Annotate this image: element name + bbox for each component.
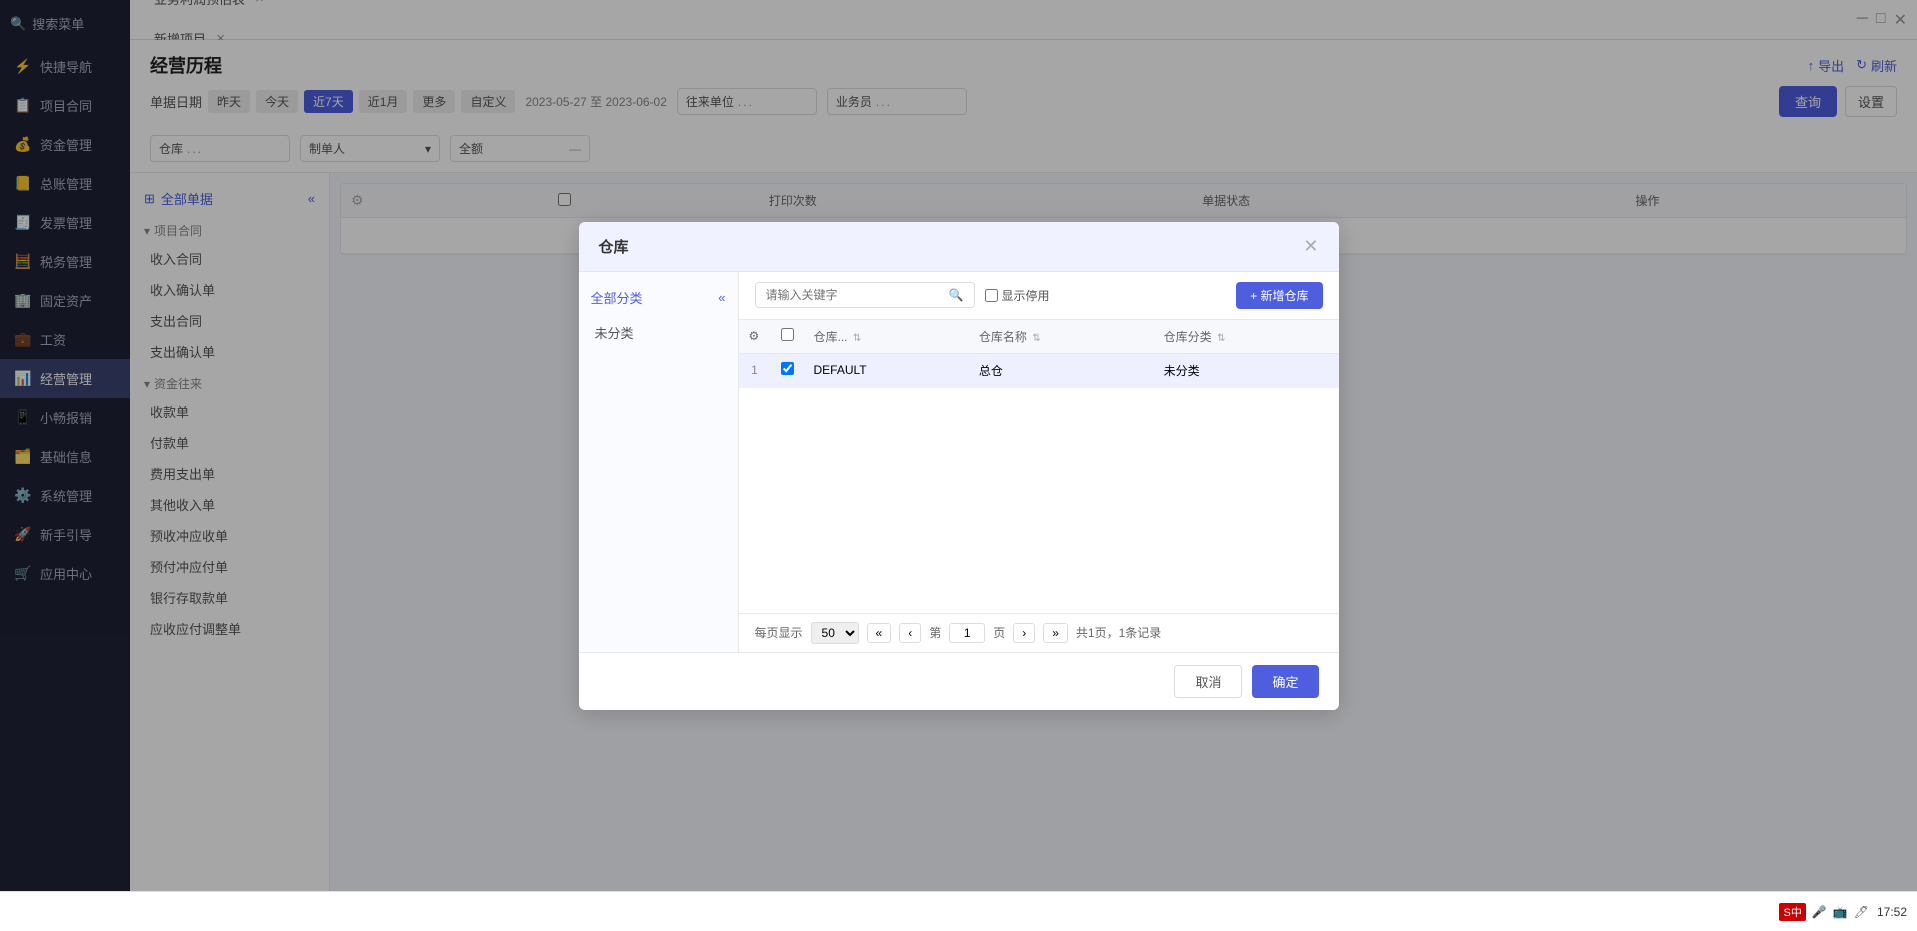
modal-col-settings-icon[interactable]: ⚙ [749,329,760,343]
tray-pen-icon: 🖊 [1854,905,1869,919]
modal-main-content: 🔍 显示停用 + 新增仓库 ⚙ [739,272,1339,652]
modal-footer: 取消 确定 [579,652,1339,710]
warehouse-modal: 仓库 ✕ 全部分类 « 未分类 🔍 [579,222,1339,710]
modal-prev-btn[interactable]: ‹ [899,623,921,643]
modal-next-btn[interactable]: › [1013,623,1035,643]
tray-mic-icon: 🎤 [1812,905,1827,919]
cancel-button[interactable]: 取消 [1174,665,1242,698]
modal-close-btn[interactable]: ✕ [1303,236,1318,257]
modal-pagination: 每页显示 50 « ‹ 第 页 › » 共1页，1条记录 [739,613,1339,652]
tray-s-icon: S中 [1779,903,1805,921]
modal-sidebar-collapse-icon[interactable]: « [718,290,725,305]
modal-per-page-label: 每页显示 [755,624,803,641]
tray-screen-icon: 📺 [1833,905,1848,919]
row-code-0: DEFAULT [804,353,969,387]
modal-search-icon: 🔍 [949,288,964,302]
modal-overlay: 仓库 ✕ 全部分类 « 未分类 🔍 [0,0,1917,931]
modal-page-unit: 页 [993,624,1005,641]
modal-body: 全部分类 « 未分类 🔍 显示停用 [579,272,1339,652]
modal-col-name: 仓库名称 ⇅ [969,320,1154,354]
modal-col-category: 仓库分类 ⇅ [1154,320,1339,354]
taskbar: S中 🎤 📺 🖊 17:52 [0,891,1917,931]
modal-page-input[interactable] [949,623,985,643]
add-warehouse-button[interactable]: + 新增仓库 [1236,282,1322,309]
modal-per-page-select[interactable]: 50 [811,622,859,644]
modal-toolbar: 🔍 显示停用 + 新增仓库 [739,272,1339,320]
modal-sidebar-header: 全部分类 « [579,280,738,315]
modal-sidebar: 全部分类 « 未分类 [579,272,739,652]
modal-table: ⚙ 仓库... ⇅ 仓库名称 ⇅ [739,320,1339,613]
show-disabled-label: 显示停用 [1002,287,1050,304]
modal-table-row-0[interactable]: 1 DEFAULT 总仓 未分类 [739,353,1339,387]
taskbar-right: S中 🎤 📺 🖊 17:52 [1779,903,1907,921]
row-category-0: 未分类 [1154,353,1339,387]
modal-col-code: 仓库... ⇅ [804,320,969,354]
modal-first-btn[interactable]: « [867,623,892,643]
modal-select-all[interactable] [781,328,794,341]
modal-search-input[interactable] [766,288,943,302]
row-num-0: 1 [739,353,771,387]
show-disabled-checkbox-label[interactable]: 显示停用 [985,287,1050,304]
modal-page-label: 第 [929,624,941,641]
system-tray: S中 🎤 📺 🖊 [1779,903,1868,921]
modal-search-box[interactable]: 🔍 [755,282,975,308]
confirm-button[interactable]: 确定 [1252,665,1318,698]
modal-sidebar-uncategorized[interactable]: 未分类 [579,315,738,350]
modal-all-category-label[interactable]: 全部分类 [591,288,643,307]
row-name-0: 总仓 [969,353,1154,387]
show-disabled-checkbox[interactable] [985,289,998,302]
modal-total-text: 共1页，1条记录 [1076,624,1161,641]
taskbar-time: 17:52 [1877,905,1907,919]
uncategorized-label: 未分类 [595,326,634,341]
modal-last-btn[interactable]: » [1043,623,1068,643]
modal-header: 仓库 ✕ [579,222,1339,272]
row-checkbox-0[interactable] [771,353,804,387]
modal-title: 仓库 [599,236,629,257]
